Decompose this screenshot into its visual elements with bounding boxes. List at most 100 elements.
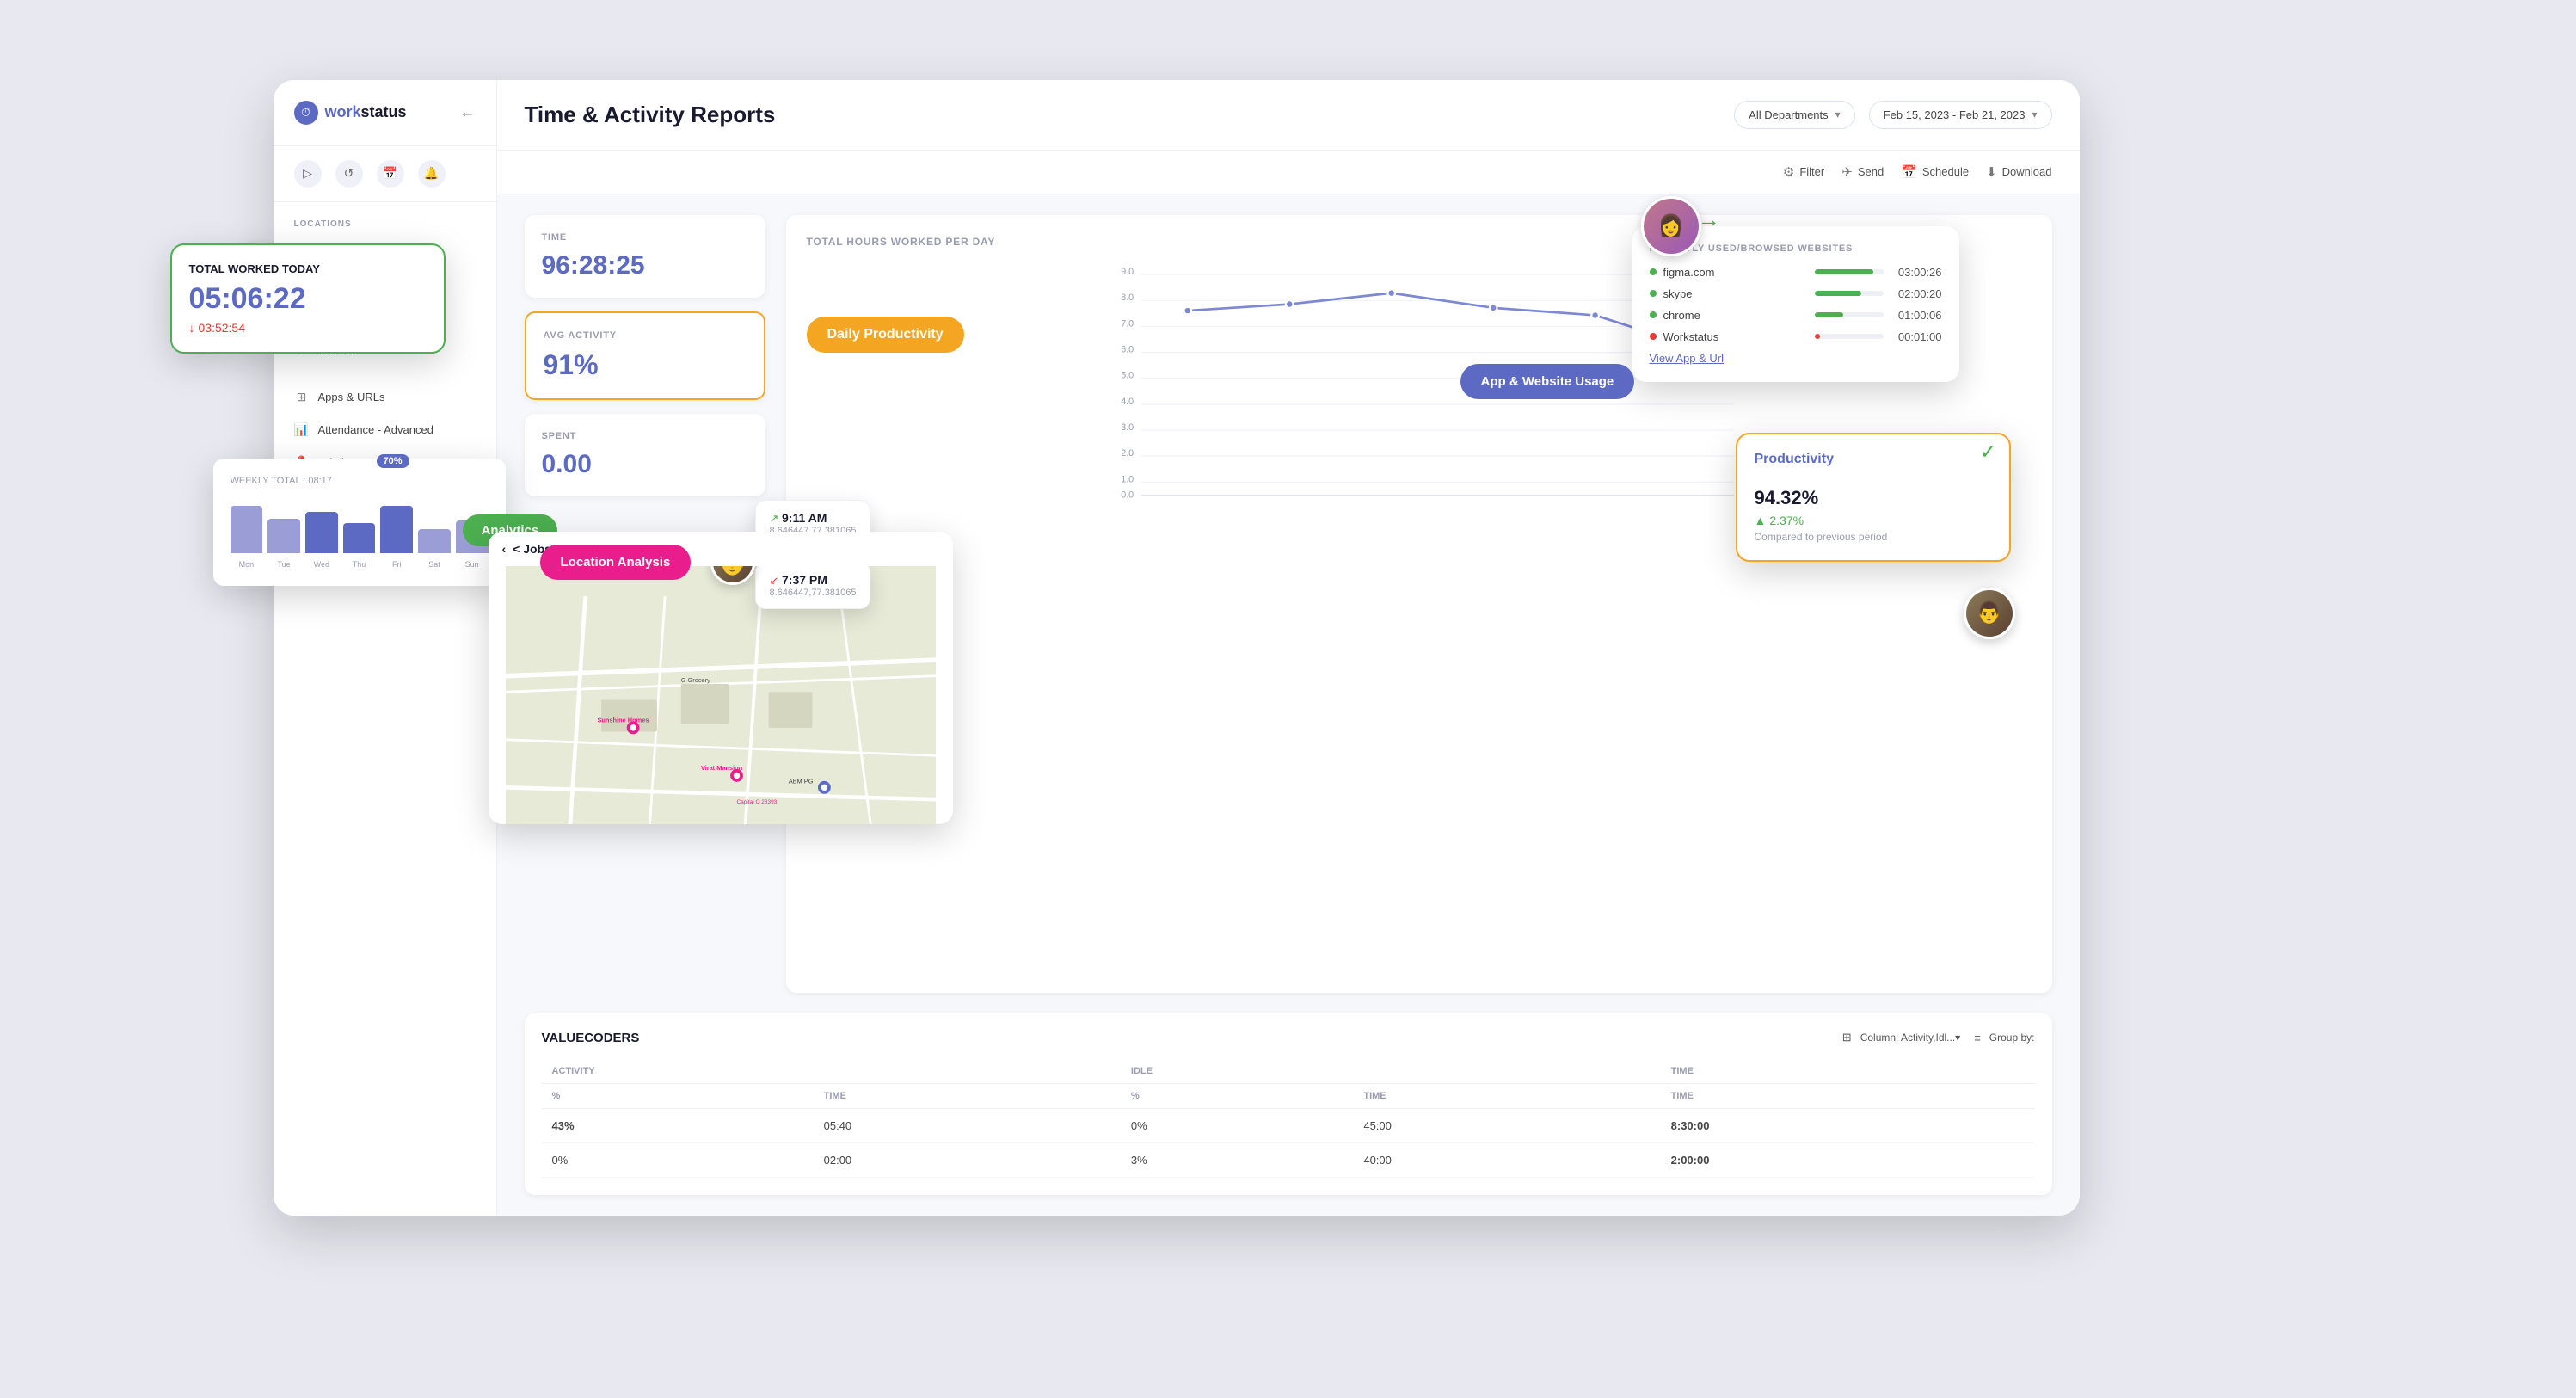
entry-time: 9:11 AM (782, 511, 827, 525)
avatar-image-2: 👩 (1644, 199, 1699, 254)
group-by-selector[interactable]: ≡ Group by: (1974, 1032, 2034, 1044)
col-time-header: TIME (1661, 1059, 2035, 1084)
apps-icon: ⊞ (294, 390, 310, 405)
column-icon: ⊞ (1842, 1031, 1852, 1044)
analytics-mini-card: WEEKLY TOTAL : 08:17 Mon Tue Wed Thu Fri… (213, 459, 506, 586)
time-popup-exit: ↙ 7:37 PM 8.646447,77.381065 (755, 562, 871, 609)
col-activity-time: TIME (814, 1083, 1121, 1108)
bar-wed (305, 512, 338, 553)
row1-total-time: 8:30:00 (1661, 1108, 2035, 1142)
time-label: TIME (542, 232, 748, 243)
exit-arrow: ↙ 7:37 PM (770, 573, 857, 588)
chrome-bar (1815, 312, 1844, 317)
spent-label: SPENT (542, 431, 748, 441)
table-row: 0% 02:00 3% 40:00 2:00:00 (542, 1142, 2035, 1177)
map-svg: Sunshine Homes Virat Mansion ABM PG Capi… (506, 587, 936, 824)
sidebar-collapse-button[interactable]: ← (460, 103, 476, 121)
svg-text:8.0: 8.0 (1121, 293, 1134, 303)
app-website-usage-badge[interactable]: App & Website Usage (1460, 364, 1635, 399)
productivity-unit: % (1802, 487, 1819, 508)
page-title: Time & Activity Reports (525, 102, 1721, 128)
skype-bar (1815, 291, 1861, 296)
row1-idle-time: 45:00 (1353, 1108, 1660, 1142)
row2-idle-time: 40:00 (1353, 1142, 1660, 1177)
sidebar-logo: ⏱ workstatus ← (274, 101, 496, 146)
weekly-total-label: WEEKLY TOTAL : 08:17 (231, 476, 489, 486)
svg-text:3.0: 3.0 (1121, 422, 1134, 433)
row2-activity-pct: 0% (542, 1142, 814, 1177)
logo-text: workstatus (325, 103, 407, 121)
row2-total-time: 2:00:00 (1661, 1142, 2035, 1177)
locations-section-title: LOCATIONS (274, 202, 496, 236)
svg-text:6.0: 6.0 (1121, 344, 1134, 354)
row1-activity-pct: 43% (542, 1108, 814, 1142)
diff-arrow: ↓ (189, 321, 195, 335)
svg-text:4.0: 4.0 (1121, 396, 1134, 406)
productivity-trend: ▲ 2.37% (1755, 514, 1992, 527)
avg-activity-card: AVG ACTIVITY 91% (525, 311, 765, 400)
row1-activity-time: 05:40 (814, 1108, 1121, 1142)
productivity-card: Productivity 94.32% ▲ 2.37% Compared to … (1736, 433, 2011, 562)
download-icon: ⬇ (1986, 164, 1997, 180)
svg-text:5.0: 5.0 (1121, 370, 1134, 380)
table-header: VALUECODERS ⊞ Column: Activity,Idl...▾ ≡… (542, 1031, 2035, 1045)
table-row: 43% 05:40 0% 45:00 8:30:00 (542, 1108, 2035, 1142)
bar-day-labels: Mon Tue Wed Thu Fri Sat Sun (231, 560, 489, 569)
departments-select[interactable]: All Departments ▾ (1734, 101, 1855, 129)
svg-text:Virat Mansion: Virat Mansion (700, 763, 742, 771)
skype-time: 02:00:20 (1891, 287, 1942, 300)
bar-thu (343, 523, 376, 553)
spent-card: SPENT 0.00 (525, 414, 765, 496)
calendar-icon-btn[interactable]: 📅 (377, 160, 404, 188)
group-icon: ≡ (1974, 1032, 1981, 1044)
productivity-value-container: 94.32% (1755, 471, 1992, 514)
schedule-icon: 📅 (1901, 164, 1917, 180)
avg-activity-value: 91% (544, 349, 747, 381)
svg-text:0.0: 0.0 (1121, 490, 1134, 500)
sidebar-item-attendance-advanced[interactable]: 📊 Attendance - Advanced (274, 414, 496, 446)
download-button[interactable]: ⬇ Download (1986, 164, 2051, 180)
daily-productivity-badge[interactable]: Daily Productivity (807, 317, 964, 353)
chrome-dot (1650, 311, 1657, 318)
svg-text:9.0: 9.0 (1121, 267, 1134, 277)
col-activity-pct: % (542, 1083, 814, 1108)
play-icon-btn[interactable]: ▷ (294, 160, 322, 188)
view-app-url-link[interactable]: View App & Url (1650, 352, 1942, 365)
bar-mon (231, 506, 263, 553)
send-button[interactable]: ✈ Send (1841, 164, 1884, 180)
rewind-icon-btn[interactable]: ↺ (335, 160, 363, 188)
figma-dot (1650, 268, 1657, 275)
workstatus-name: Workstatus (1663, 330, 1808, 343)
bell-icon-btn[interactable]: 🔔 (418, 160, 446, 188)
location-analysis-badge[interactable]: Location Analysis (540, 545, 692, 580)
svg-text:7.0: 7.0 (1121, 318, 1134, 329)
entry-arrow: ↗ 9:11 AM (770, 511, 857, 526)
svg-text:1.0: 1.0 (1121, 474, 1134, 484)
date-chevron: ▾ (2032, 108, 2037, 120)
date-range-select[interactable]: Feb 15, 2023 - Feb 21, 2023 ▾ (1869, 101, 2052, 129)
skype-bar-container (1815, 291, 1884, 296)
filter-button[interactable]: ⚙ Filter (1783, 164, 1824, 180)
map-back-icon[interactable]: ‹ (502, 542, 507, 556)
website-row-workstatus: Workstatus 00:01:00 (1650, 330, 1942, 343)
svg-text:2.0: 2.0 (1121, 448, 1134, 459)
bar-fri (380, 506, 413, 553)
column-selector[interactable]: ⊞ Column: Activity,Idl...▾ (1842, 1031, 1960, 1044)
worked-time: 05:06:22 (189, 282, 427, 316)
worked-diff: ↓ 03:52:54 (189, 321, 427, 335)
weekly-bars (231, 493, 489, 553)
productivity-pct: 94.32% (1755, 471, 1819, 514)
exit-coords: 8.646447,77.381065 (770, 588, 857, 598)
schedule-button[interactable]: 📅 Schedule (1901, 164, 1969, 180)
table-section: VALUECODERS ⊞ Column: Activity,Idl...▾ ≡… (525, 1013, 2052, 1195)
col-idle-header: IDLE (1121, 1059, 1661, 1084)
time-stat-card: TIME 96:28:25 (525, 215, 765, 298)
send-icon: ✈ (1841, 164, 1853, 180)
col-activity-header: ACTIVITY (542, 1059, 1121, 1084)
website-row-skype: skype 02:00:20 (1650, 287, 1942, 300)
figma-bar-container (1815, 269, 1884, 274)
row1-idle-pct: 0% (1121, 1108, 1353, 1142)
sidebar-item-apps-urls[interactable]: ⊞ Apps & URLs (274, 381, 496, 414)
workstatus-time: 00:01:00 (1891, 330, 1942, 343)
skype-name: skype (1663, 287, 1808, 300)
